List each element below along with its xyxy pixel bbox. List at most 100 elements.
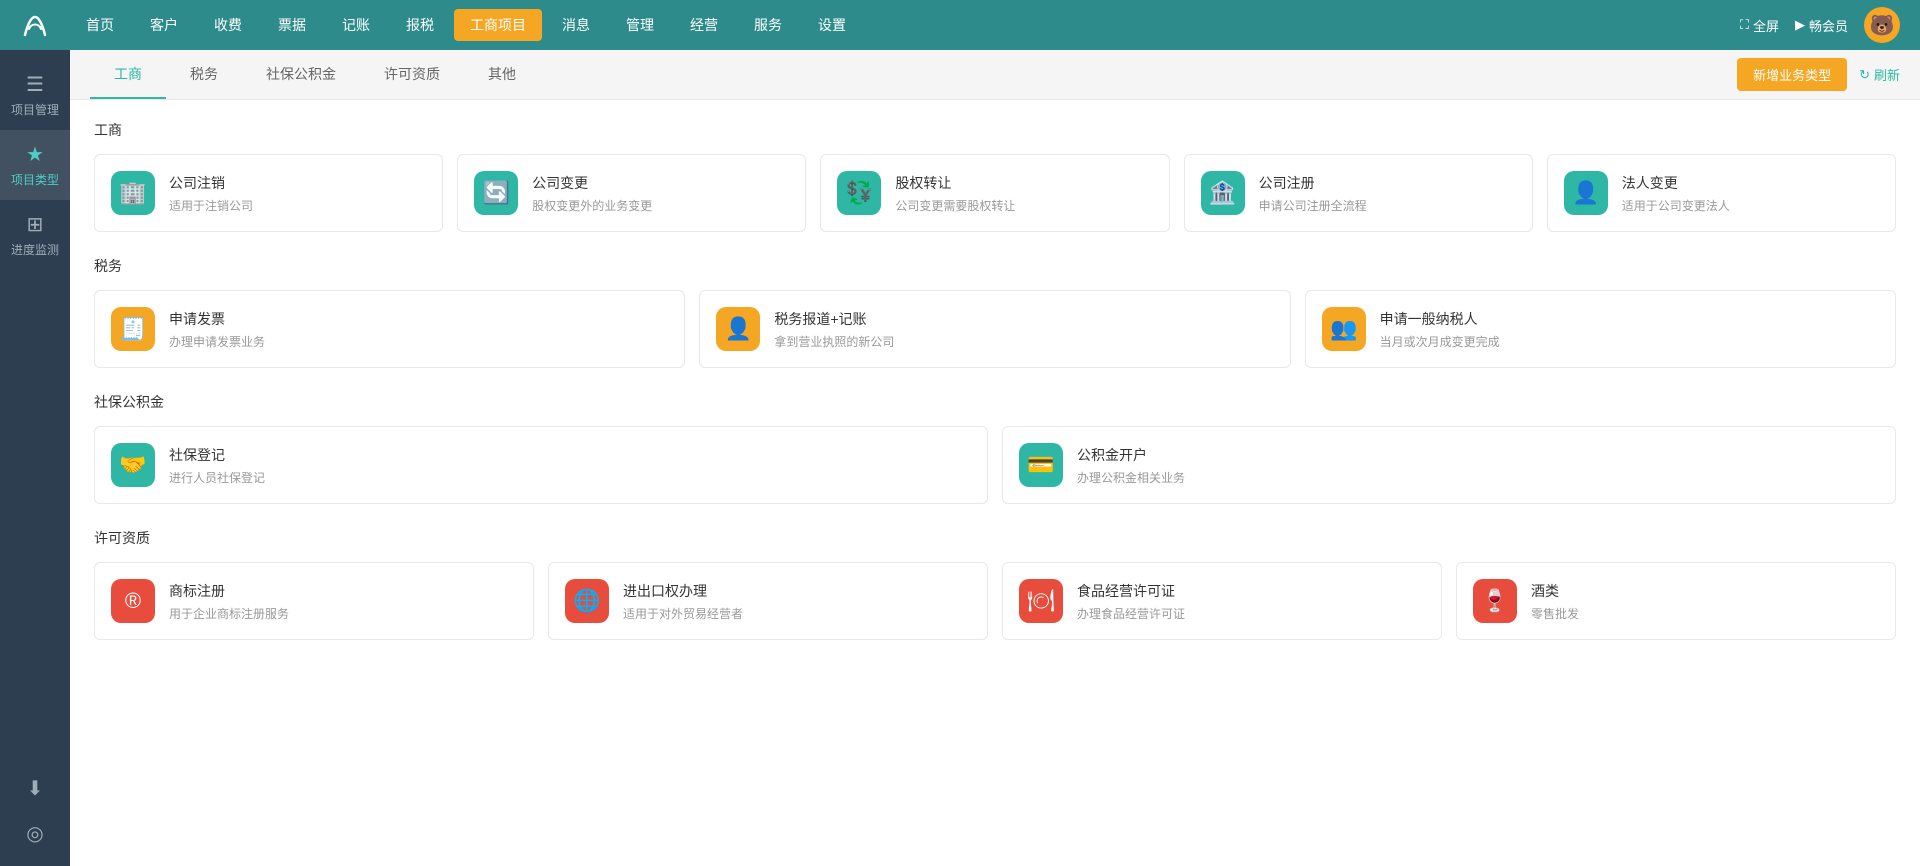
- nav-item-报税[interactable]: 报税: [390, 9, 450, 41]
- card-info-公积金开户: 公积金开户办理公积金相关业务: [1077, 445, 1879, 486]
- nav-item-收费[interactable]: 收费: [198, 9, 258, 41]
- tab-其他[interactable]: 其他: [464, 50, 540, 99]
- tab-actions: 新增业务类型 ↻ 刷新: [1737, 58, 1900, 91]
- card-title-税务报道+记账: 税务报道+记账: [774, 309, 1273, 329]
- logo: [10, 0, 60, 50]
- card-icon-商标注册: ®: [111, 579, 155, 623]
- card-title-食品经营许可证: 食品经营许可证: [1077, 581, 1425, 601]
- card-desc-公司变更: 股权变更外的业务变更: [532, 197, 789, 214]
- card-desc-公司注册: 申请公司注册全流程: [1259, 197, 1516, 214]
- card-info-股权转让: 股权转让公司变更需要股权转让: [895, 173, 1152, 214]
- card-商标注册[interactable]: ® 商标注册用于企业商标注册服务: [94, 562, 534, 640]
- project-type-icon: ★: [26, 142, 44, 167]
- tabs: 工商税务社保公积金许可资质其他: [90, 50, 540, 99]
- card-进出口权办理[interactable]: 🌐 进出口权办理适用于对外贸易经营者: [548, 562, 988, 640]
- section-工商: 工商🏢公司注销适用于注销公司🔄公司变更股权变更外的业务变更💱股权转让公司变更需要…: [94, 120, 1896, 232]
- project-mgmt-icon: ☰: [26, 72, 44, 97]
- tab-工商[interactable]: 工商: [90, 50, 166, 99]
- card-info-商标注册: 商标注册用于企业商标注册服务: [169, 581, 517, 622]
- card-desc-申请一般纳税人: 当月或次月成变更完成: [1380, 333, 1879, 350]
- sidebar-item-project-type[interactable]: ★ 项目类型: [0, 130, 70, 200]
- section-title-社保公积金: 社保公积金: [94, 392, 1896, 412]
- sidebar: ☰ 项目管理 ★ 项目类型 ⊞ 进度监测 ⬇ ◎: [0, 50, 70, 866]
- card-title-酒类: 酒类: [1531, 581, 1879, 601]
- nav-item-票据[interactable]: 票据: [262, 9, 322, 41]
- refresh-icon: ↻: [1859, 67, 1870, 83]
- nav-item-客户[interactable]: 客户: [134, 9, 194, 41]
- card-公司注销[interactable]: 🏢 公司注销适用于注销公司: [94, 154, 443, 232]
- section-title-税务: 税务: [94, 256, 1896, 276]
- vip-btn[interactable]: ▶ 畅会员: [1795, 16, 1848, 35]
- nav-items: 首页客户收费票据记账报税工商项目消息管理经营服务设置: [60, 9, 1740, 41]
- sidebar-download-btn[interactable]: ⬇: [0, 766, 70, 811]
- cards-grid-社保公积金: 🤝社保登记进行人员社保登记💳公积金开户办理公积金相关业务: [94, 426, 1896, 504]
- refresh-button[interactable]: ↻ 刷新: [1859, 65, 1900, 84]
- nav-item-经营[interactable]: 经营: [674, 9, 734, 41]
- card-食品经营许可证[interactable]: 🍽食品经营许可证办理食品经营许可证: [1002, 562, 1442, 640]
- tab-社保公积金[interactable]: 社保公积金: [242, 50, 360, 99]
- card-icon-进出口权办理: 🌐: [565, 579, 609, 623]
- card-desc-社保登记: 进行人员社保登记: [169, 469, 971, 486]
- card-icon-公司注册: 🏦: [1201, 171, 1245, 215]
- nav-item-管理[interactable]: 管理: [610, 9, 670, 41]
- card-社保登记[interactable]: 🤝社保登记进行人员社保登记: [94, 426, 988, 504]
- fullscreen-label: 全屏: [1753, 16, 1779, 35]
- mascot-avatar[interactable]: 🐻: [1864, 7, 1900, 43]
- card-icon-申请一般纳税人: 👥: [1322, 307, 1366, 351]
- add-business-type-button[interactable]: 新增业务类型: [1737, 58, 1847, 91]
- cards-grid-许可资质: ® 商标注册用于企业商标注册服务 🌐 进出口权办理适用于对外贸易经营者 🍽食品经营许可证…: [94, 562, 1896, 640]
- card-icon-申请发票: 🧾: [111, 307, 155, 351]
- tab-税务[interactable]: 税务: [166, 50, 242, 99]
- card-公司变更[interactable]: 🔄公司变更股权变更外的业务变更: [457, 154, 806, 232]
- nav-item-首页[interactable]: 首页: [70, 9, 130, 41]
- card-酒类[interactable]: 🍷酒类零售批发: [1456, 562, 1896, 640]
- section-许可资质: 许可资质 ® 商标注册用于企业商标注册服务 🌐 进出口权办理适用于对外贸易经营者 🍽食品经…: [94, 528, 1896, 640]
- fullscreen-btn[interactable]: ⛶ 全屏: [1740, 16, 1779, 35]
- sidebar-bottom: ⬇ ◎: [0, 766, 70, 866]
- tab-bar: 工商税务社保公积金许可资质其他 新增业务类型 ↻ 刷新: [70, 50, 1920, 100]
- nav-item-记账[interactable]: 记账: [326, 9, 386, 41]
- nav-item-消息[interactable]: 消息: [546, 9, 606, 41]
- card-公司注册[interactable]: 🏦 公司注册申请公司注册全流程: [1184, 154, 1533, 232]
- sidebar-item-project-mgmt-label: 项目管理: [11, 101, 59, 118]
- progress-icon: ⊞: [27, 212, 44, 237]
- card-title-法人变更: 法人变更: [1622, 173, 1879, 193]
- nav-item-设置[interactable]: 设置: [802, 9, 862, 41]
- sidebar-item-progress[interactable]: ⊞ 进度监测: [0, 200, 70, 270]
- nav-item-工商项目[interactable]: 工商项目: [454, 9, 542, 41]
- main-layout: ☰ 项目管理 ★ 项目类型 ⊞ 进度监测 ⬇ ◎ 工商税务社保公积金许可资质其他…: [0, 50, 1920, 866]
- content-area: 工商税务社保公积金许可资质其他 新增业务类型 ↻ 刷新 工商 🏢 公司注销适用于注销…: [70, 50, 1920, 866]
- card-法人变更[interactable]: 👤法人变更适用于公司变更法人: [1547, 154, 1896, 232]
- card-股权转让[interactable]: 💱股权转让公司变更需要股权转让: [820, 154, 1169, 232]
- tab-许可资质[interactable]: 许可资质: [360, 50, 464, 99]
- card-desc-食品经营许可证: 办理食品经营许可证: [1077, 605, 1425, 622]
- card-申请一般纳税人[interactable]: 👥 申请一般纳税人当月或次月成变更完成: [1305, 290, 1896, 368]
- card-title-公司注册: 公司注册: [1259, 173, 1516, 193]
- card-info-公司注销: 公司注销适用于注销公司: [169, 173, 426, 214]
- nav-item-服务[interactable]: 服务: [738, 9, 798, 41]
- card-title-申请发票: 申请发票: [169, 309, 668, 329]
- card-info-申请一般纳税人: 申请一般纳税人当月或次月成变更完成: [1380, 309, 1879, 350]
- card-税务报道+记账[interactable]: 👤税务报道+记账拿到营业执照的新公司: [699, 290, 1290, 368]
- card-title-公积金开户: 公积金开户: [1077, 445, 1879, 465]
- cards-grid-税务: 🧾申请发票办理申请发票业务👤税务报道+记账拿到营业执照的新公司👥申请一般纳税人当…: [94, 290, 1896, 368]
- card-desc-进出口权办理: 适用于对外贸易经营者: [623, 605, 971, 622]
- fullscreen-icon: ⛶: [1740, 17, 1749, 33]
- card-desc-酒类: 零售批发: [1531, 605, 1879, 622]
- card-icon-社保登记: 🤝: [111, 443, 155, 487]
- card-info-税务报道+记账: 税务报道+记账拿到营业执照的新公司: [774, 309, 1273, 350]
- card-icon-公司变更: 🔄: [474, 171, 518, 215]
- sidebar-settings-btn[interactable]: ◎: [0, 811, 70, 856]
- sidebar-item-project-mgmt[interactable]: ☰ 项目管理: [0, 60, 70, 130]
- section-title-许可资质: 许可资质: [94, 528, 1896, 548]
- card-desc-法人变更: 适用于公司变更法人: [1622, 197, 1879, 214]
- card-icon-公司注销: 🏢: [111, 171, 155, 215]
- content-scroll: 工商🏢公司注销适用于注销公司🔄公司变更股权变更外的业务变更💱股权转让公司变更需要…: [70, 100, 1920, 866]
- card-申请发票[interactable]: 🧾申请发票办理申请发票业务: [94, 290, 685, 368]
- refresh-label: 刷新: [1874, 65, 1900, 84]
- section-社保公积金: 社保公积金 🤝社保登记进行人员社保登记💳公积金开户办理公积金相关业务: [94, 392, 1896, 504]
- card-title-股权转让: 股权转让: [895, 173, 1152, 193]
- card-公积金开户[interactable]: 💳公积金开户办理公积金相关业务: [1002, 426, 1896, 504]
- cards-grid-工商: 🏢 公司注销适用于注销公司 🔄公司变更股权变更外的业务变更💱股权转让公司变更需要股权…: [94, 154, 1896, 232]
- card-info-进出口权办理: 进出口权办理适用于对外贸易经营者: [623, 581, 971, 622]
